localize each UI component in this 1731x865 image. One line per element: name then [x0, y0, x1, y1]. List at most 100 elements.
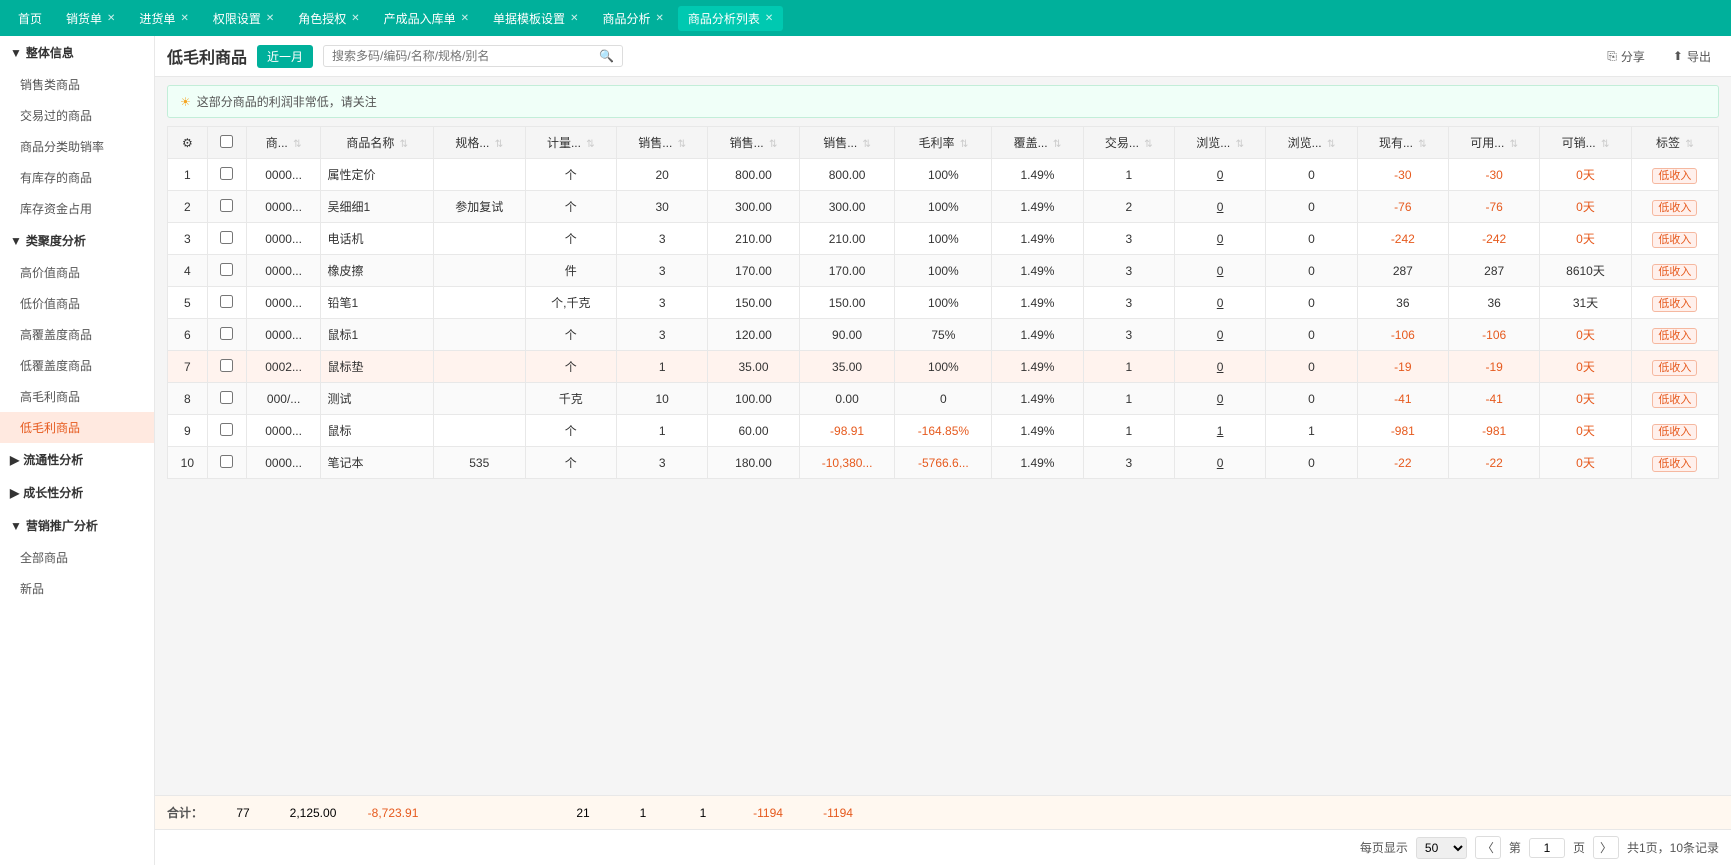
sidebar-item-new-goods[interactable]: 新品 — [0, 573, 154, 604]
row-checkbox[interactable] — [220, 231, 233, 244]
nav-analysis-list-close[interactable]: ✕ — [765, 13, 773, 24]
search-input[interactable] — [332, 49, 593, 63]
cell-checkbox[interactable] — [207, 191, 246, 223]
nav-purchase-close[interactable]: ✕ — [180, 13, 188, 24]
row-checkbox[interactable] — [220, 423, 233, 436]
col-view1[interactable]: 浏览... ⇅ — [1174, 127, 1265, 159]
sidebar-item-high-coverage[interactable]: 高覆盖度商品 — [0, 319, 154, 350]
sidebar-section-overall[interactable]: ▼ 整体信息 — [0, 36, 154, 69]
nav-products-close[interactable]: ✕ — [461, 13, 469, 24]
cell-view1[interactable]: 0 — [1174, 191, 1265, 223]
row-checkbox[interactable] — [220, 199, 233, 212]
cell-checkbox[interactable] — [207, 383, 246, 415]
cell-view1[interactable]: 0 — [1174, 223, 1265, 255]
col-spec[interactable]: 规格... ⇅ — [433, 127, 525, 159]
select-all-checkbox[interactable] — [220, 135, 233, 148]
sidebar-item-high-value[interactable]: 高价值商品 — [0, 257, 154, 288]
col-trade[interactable]: 交易... ⇅ — [1083, 127, 1174, 159]
export-button[interactable]: ⬆ 导出 — [1665, 45, 1719, 68]
cell-view1[interactable]: 0 — [1174, 255, 1265, 287]
col-gross-margin[interactable]: 毛利率 ⇅ — [895, 127, 992, 159]
nav-roles[interactable]: 角色授权 ✕ — [288, 6, 369, 31]
cell-view2: 0 — [1266, 447, 1357, 479]
cell-name: 属性定价 — [321, 159, 433, 191]
sidebar-item-high-margin[interactable]: 高毛利商品 — [0, 381, 154, 412]
next-page-button[interactable]: 〉 — [1593, 836, 1619, 859]
cell-view1[interactable]: 0 — [1174, 287, 1265, 319]
sidebar-item-low-coverage[interactable]: 低覆盖度商品 — [0, 350, 154, 381]
row-checkbox[interactable] — [220, 391, 233, 404]
row-checkbox[interactable] — [220, 455, 233, 468]
nav-products[interactable]: 产成品入库单 ✕ — [374, 6, 479, 31]
nav-roles-close[interactable]: ✕ — [351, 13, 359, 24]
cell-saleable: 0天 — [1540, 383, 1631, 415]
cell-checkbox[interactable] — [207, 415, 246, 447]
cell-view1[interactable]: 0 — [1174, 319, 1265, 351]
col-sales-profit[interactable]: 销售... ⇅ — [799, 127, 895, 159]
row-checkbox[interactable] — [220, 295, 233, 308]
cell-checkbox[interactable] — [207, 319, 246, 351]
cell-view2: 0 — [1266, 159, 1357, 191]
sidebar-item-category-sales[interactable]: 商品分类助销率 — [0, 131, 154, 162]
cell-checkbox[interactable] — [207, 255, 246, 287]
nav-templates[interactable]: 单据模板设置 ✕ — [483, 6, 588, 31]
row-checkbox[interactable] — [220, 167, 233, 180]
sidebar-item-low-margin[interactable]: 低毛利商品 — [0, 412, 154, 443]
cell-checkbox[interactable] — [207, 447, 246, 479]
sidebar-item-sales-goods[interactable]: 销售类商品 — [0, 69, 154, 100]
sidebar-item-all-goods[interactable]: 全部商品 — [0, 542, 154, 573]
nav-analysis-list[interactable]: 商品分析列表 ✕ — [678, 6, 783, 31]
sidebar-item-low-value[interactable]: 低价值商品 — [0, 288, 154, 319]
period-button[interactable]: 近一月 — [257, 45, 313, 68]
cell-checkbox[interactable] — [207, 159, 246, 191]
sidebar-section-flow[interactable]: ▶ 流通性分析 — [0, 443, 154, 476]
sidebar-section-cluster[interactable]: ▼ 类聚度分析 — [0, 224, 154, 257]
col-saleable[interactable]: 可销... ⇅ — [1540, 127, 1631, 159]
col-view2[interactable]: 浏览... ⇅ — [1266, 127, 1357, 159]
cell-num: 4 — [168, 255, 208, 287]
sidebar-section-marketing[interactable]: ▼ 营销推广分析 — [0, 509, 154, 542]
row-checkbox[interactable] — [220, 327, 233, 340]
col-setting[interactable]: ⚙ — [168, 127, 208, 159]
nav-purchase[interactable]: 进货单 ✕ — [129, 6, 198, 31]
cell-checkbox[interactable] — [207, 223, 246, 255]
nav-analysis[interactable]: 商品分析 ✕ — [592, 6, 673, 31]
cell-sales-count: 20 — [616, 159, 707, 191]
per-page-select[interactable]: 50 100 200 — [1416, 837, 1467, 859]
col-sales-amount[interactable]: 销售... ⇅ — [708, 127, 799, 159]
nav-permissions-close[interactable]: ✕ — [266, 13, 274, 24]
nav-sales-close[interactable]: ✕ — [107, 13, 115, 24]
cell-view1[interactable]: 0 — [1174, 159, 1265, 191]
prev-page-button[interactable]: 〈 — [1475, 836, 1501, 859]
nav-home[interactable]: 首页 — [8, 6, 52, 31]
col-available[interactable]: 可用... ⇅ — [1449, 127, 1540, 159]
nav-permissions[interactable]: 权限设置 ✕ — [203, 6, 284, 31]
nav-templates-close[interactable]: ✕ — [570, 13, 578, 24]
col-current-stock[interactable]: 现有... ⇅ — [1357, 127, 1448, 159]
col-tag[interactable]: 标签 ⇅ — [1631, 127, 1718, 159]
cell-view1[interactable]: 0 — [1174, 383, 1265, 415]
row-checkbox[interactable] — [220, 359, 233, 372]
sidebar-item-traded-goods[interactable]: 交易过的商品 — [0, 100, 154, 131]
col-coverage[interactable]: 覆盖... ⇅ — [992, 127, 1083, 159]
row-checkbox[interactable] — [220, 263, 233, 276]
nav-analysis-close[interactable]: ✕ — [655, 13, 663, 24]
cell-num: 10 — [168, 447, 208, 479]
sidebar-section-growth[interactable]: ▶ 成长性分析 — [0, 476, 154, 509]
cell-view1[interactable]: 1 — [1174, 415, 1265, 447]
cell-view1[interactable]: 0 — [1174, 351, 1265, 383]
cell-checkbox[interactable] — [207, 287, 246, 319]
col-checkbox[interactable] — [207, 127, 246, 159]
search-icon[interactable]: 🔍 — [599, 49, 614, 63]
col-unit[interactable]: 计量... ⇅ — [525, 127, 616, 159]
share-button[interactable]: ⎘ 分享 — [1599, 45, 1653, 68]
sidebar-item-stock-capital[interactable]: 库存资金占用 — [0, 193, 154, 224]
cell-checkbox[interactable] — [207, 351, 246, 383]
nav-sales[interactable]: 销货单 ✕ — [56, 6, 125, 31]
col-name[interactable]: 商品名称 ⇅ — [321, 127, 433, 159]
sidebar-item-stocked-goods[interactable]: 有库存的商品 — [0, 162, 154, 193]
cell-view1[interactable]: 0 — [1174, 447, 1265, 479]
col-code[interactable]: 商... ⇅ — [246, 127, 321, 159]
col-sales-count[interactable]: 销售... ⇅ — [616, 127, 707, 159]
page-num-input[interactable] — [1529, 838, 1565, 858]
